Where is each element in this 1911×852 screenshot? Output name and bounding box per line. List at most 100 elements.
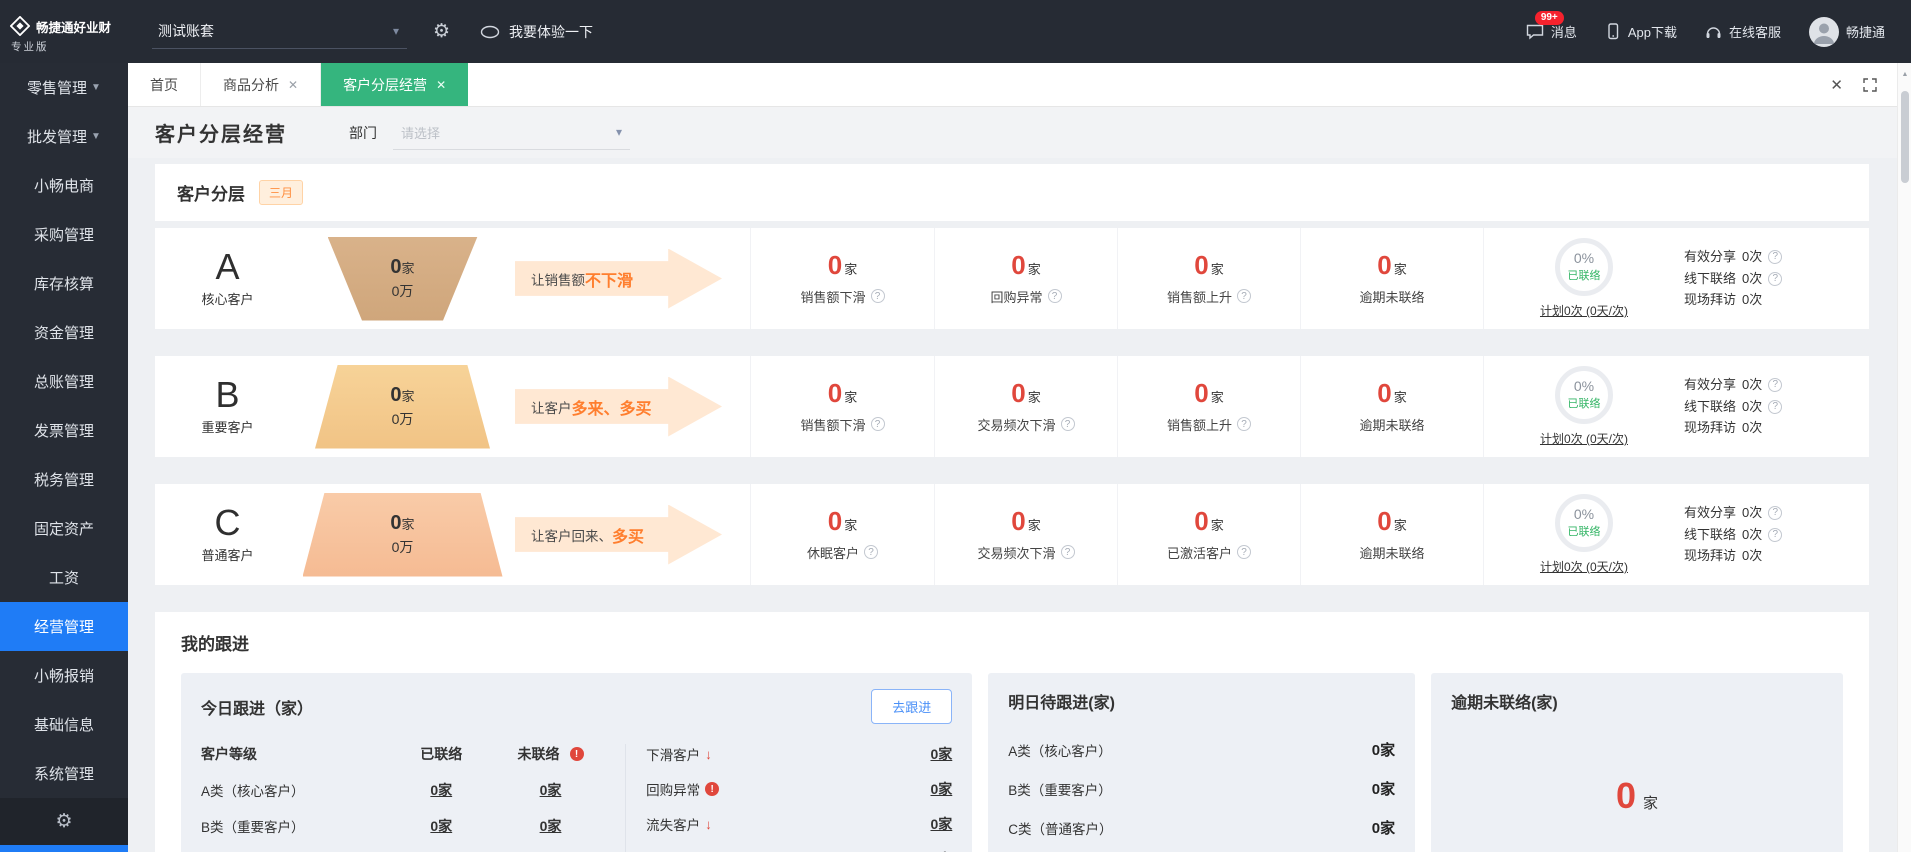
help-icon[interactable] — [1768, 527, 1783, 542]
uncontacted-count-link[interactable]: 0家 — [496, 816, 605, 836]
help-icon[interactable] — [1768, 271, 1783, 286]
help-icon[interactable] — [1768, 378, 1783, 392]
help-icon[interactable] — [1060, 417, 1075, 431]
segment-letter-block: B 重要客户 — [201, 374, 254, 436]
side-stats: 有效分享0次 线下联络0次 现场拜访0次 — [1684, 502, 1879, 567]
tomorrow-followup-panel: 明日待跟进(家) A类（核心客户） 0家 B类（重要客户） 0家 C类（普通客户） 0… — [988, 673, 1416, 852]
overdue-unit: 家 — [1643, 795, 1659, 812]
help-icon[interactable] — [1768, 250, 1783, 264]
stat-repurchase-anomaly[interactable]: 0家 回购异常 — [934, 228, 1117, 329]
side-stats: 有效分享0次 线下联络0次 现场拜访0次 — [1684, 246, 1879, 311]
slogan-arrow: 让客户 多来、多买 — [515, 376, 722, 437]
sidebar-item-tax[interactable]: 税务管理 — [0, 455, 128, 504]
sidebar-item-purchase[interactable]: 采购管理 — [0, 210, 128, 259]
alert-churned-customers: 流失客户 0家 — [646, 814, 952, 834]
help-icon[interactable] — [1047, 289, 1062, 303]
my-followup-title: 我的跟进 — [181, 635, 249, 654]
chevron-down-icon: ▾ — [615, 125, 622, 139]
close-icon[interactable]: ✕ — [288, 78, 298, 92]
sidebar-item-funds[interactable]: 资金管理 — [0, 308, 128, 357]
vertical-divider — [625, 744, 627, 852]
scrollbar-thumb[interactable] — [1901, 91, 1909, 183]
sidebar-item-wholesale[interactable]: 批发管理 ▼ — [0, 112, 128, 161]
overdue-count: 0 — [1616, 775, 1637, 816]
col-header-contacted: 已联络 — [420, 746, 463, 762]
sidebar-item-retail[interactable]: 零售管理 ▼ — [0, 63, 128, 112]
sidebar-item-payroll[interactable]: 工资 — [0, 553, 128, 602]
stat-frequency-decline[interactable]: 0家 交易频次下滑 — [934, 356, 1117, 457]
tab-home[interactable]: 首页 — [128, 63, 201, 106]
sidebar-gear-icon[interactable]: ⚙ — [0, 798, 128, 845]
stats-group: 0家 休眠客户 0家 交易频次下滑 0家 已激活客户 0家 逾期未联络 — [750, 484, 1484, 585]
online-service-button[interactable]: 在线客服 — [1705, 22, 1781, 41]
sidebar-item-system[interactable]: 系统管理 — [0, 749, 128, 798]
stat-overdue-contact[interactable]: 0家 逾期未联络 — [1300, 356, 1483, 457]
stat-sales-decline[interactable]: 0家 销售额下滑 — [751, 356, 934, 457]
sidebar-item-expense[interactable]: 小畅报销 — [0, 651, 128, 700]
go-followup-button[interactable]: 去跟进 — [871, 689, 953, 724]
plan-link[interactable]: 计划0次 (0天/次) — [1540, 430, 1628, 447]
help-icon[interactable] — [1237, 289, 1251, 303]
alert-icon — [569, 747, 584, 761]
contacted-count-link[interactable]: 0家 — [387, 780, 496, 800]
col-header-level: 客户等级 — [201, 746, 257, 762]
user-menu[interactable]: 畅捷通 — [1808, 16, 1885, 47]
app-download-button[interactable]: App下载 — [1605, 22, 1677, 41]
stat-overdue-contact[interactable]: 0家 逾期未联络 — [1300, 484, 1483, 585]
scrollbar[interactable]: ▲ — [1897, 63, 1911, 852]
stat-frequency-decline[interactable]: 0家 交易频次下滑 — [934, 484, 1117, 585]
fullscreen-icon[interactable] — [1863, 77, 1877, 92]
row-level-a: A类（核心客户） — [201, 784, 305, 799]
stat-sales-rise[interactable]: 0家 销售额上升 — [1117, 228, 1300, 329]
sidebar: 零售管理 ▼ 批发管理 ▼ 小畅电商 采购管理 库存核算 资金管理 总账管理 发票管… — [0, 63, 128, 852]
contacted-count-link[interactable]: 0家 — [387, 816, 496, 836]
tab-customer-segmentation[interactable]: 客户分层经营 ✕ — [321, 63, 469, 106]
tab-product-analysis[interactable]: 商品分析 ✕ — [201, 63, 322, 106]
help-icon[interactable] — [870, 417, 885, 431]
close-icon[interactable]: ✕ — [436, 78, 446, 92]
dept-label: 部门 — [349, 124, 377, 141]
segment-letter-block: C 普通客户 — [201, 502, 254, 564]
stat-sales-rise[interactable]: 0家 销售额上升 — [1117, 356, 1300, 457]
sidebar-item-invoice[interactable]: 发票管理 — [0, 406, 128, 455]
close-all-tabs-icon[interactable]: ✕ — [1830, 76, 1843, 94]
help-icon[interactable] — [1237, 417, 1251, 431]
stat-overdue-contact[interactable]: 0家 逾期未联络 — [1300, 228, 1483, 329]
help-icon[interactable] — [864, 545, 878, 559]
help-icon[interactable] — [1768, 399, 1783, 414]
plan-link[interactable]: 计划0次 (0天/次) — [1540, 302, 1628, 319]
alert-count-link[interactable]: 0家 — [930, 779, 952, 799]
alert-repurchase-anomaly: 回购异常 0家 — [646, 779, 952, 799]
sidebar-item-operations[interactable]: 经营管理 — [0, 602, 128, 651]
page-title: 客户分层经营 — [155, 124, 287, 146]
stat-dormant-customers[interactable]: 0家 休眠客户 — [751, 484, 934, 585]
settings-gear-icon[interactable]: ⚙ — [433, 20, 450, 43]
experience-button[interactable]: 我要体验一下 — [480, 22, 593, 42]
help-icon[interactable] — [1768, 506, 1783, 520]
uncontacted-count-link[interactable]: 0家 — [496, 780, 605, 800]
help-icon[interactable] — [1060, 545, 1075, 559]
stat-activated-customers[interactable]: 0家 已激活客户 — [1117, 484, 1300, 585]
messages-button[interactable]: 99+ 消息 — [1526, 11, 1577, 41]
segment-card-header: 客户分层 三月 — [155, 164, 1869, 221]
sidebar-item-basic-info[interactable]: 基础信息 — [0, 700, 128, 749]
alert-count-link[interactable]: 0家 — [930, 744, 952, 764]
sidebar-item-inventory[interactable]: 库存核算 — [0, 259, 128, 308]
col-header-uncontacted: 未联络 — [496, 744, 605, 764]
funnel-segment: 0家 0万 — [315, 364, 490, 449]
account-set-select[interactable]: 测试账套 ▾ — [152, 15, 407, 49]
alert-count-link[interactable]: 0家 — [930, 814, 952, 834]
help-icon[interactable] — [1237, 545, 1251, 559]
sidebar-item-ecommerce[interactable]: 小畅电商 — [0, 161, 128, 210]
dept-select[interactable]: 请选择 ▾ — [393, 116, 630, 150]
plan-link[interactable]: 计划0次 (0天/次) — [1540, 558, 1628, 575]
month-badge[interactable]: 三月 — [259, 180, 304, 205]
page-header: 客户分层经营 部门 请选择 ▾ — [128, 107, 1911, 158]
help-icon[interactable] — [870, 289, 885, 303]
stat-sales-decline[interactable]: 0家 销售额下滑 — [751, 228, 934, 329]
today-alert-list: 下滑客户 0家 回购异常 0家 流失客户 0家 — [646, 744, 952, 852]
scroll-up-arrow[interactable]: ▲ — [1898, 71, 1911, 78]
sidebar-item-fixed-assets[interactable]: 固定资产 — [0, 504, 128, 553]
sidebar-item-ledger[interactable]: 总账管理 — [0, 357, 128, 406]
dept-placeholder: 请选择 — [401, 125, 441, 141]
